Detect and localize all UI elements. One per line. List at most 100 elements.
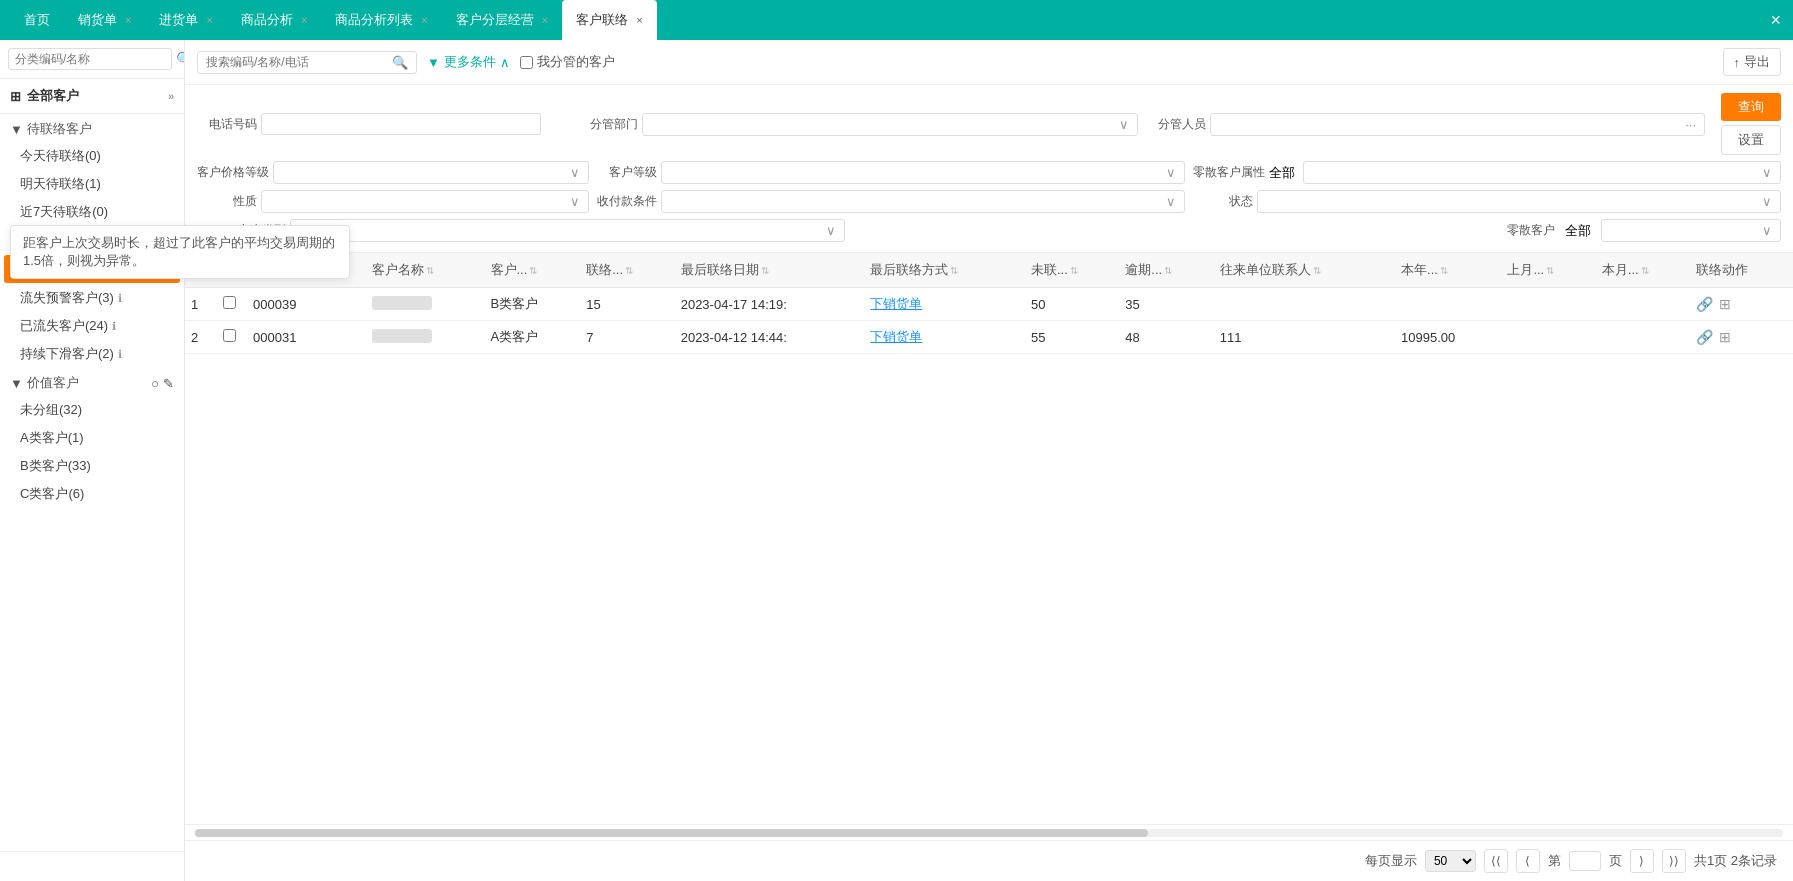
td-contact-2: 7 [580,321,674,354]
first-page-button[interactable]: ⟨⟨ [1484,849,1508,873]
sort-method-icon[interactable]: ⇅ [950,265,958,276]
td-lastmonth-1 [1501,288,1595,321]
sidebar-group-pending[interactable]: ▼ 待联络客户 [0,114,184,142]
refresh-icon[interactable]: ○ [151,376,159,391]
sort-month-icon[interactable]: ⇅ [1641,265,1649,276]
info-icon-declining: ℹ [118,348,122,361]
sidebar-item-today[interactable]: 今天待联络(0) [0,142,184,170]
info-icon-churn: ℹ [118,292,122,305]
tab-customer-contact[interactable]: 客户联络 × [562,0,656,40]
td-method-1[interactable]: 下销货单 [864,288,1024,321]
tab-customer-tier-close[interactable]: × [542,14,548,26]
phone-input[interactable] [261,113,541,135]
tab-customer-contact-close[interactable]: × [636,14,642,26]
row1-checkbox[interactable] [223,296,236,309]
sort-year-icon[interactable]: ⇅ [1440,265,1448,276]
page-label: 第 [1548,852,1561,870]
row2-checkbox[interactable] [223,329,236,342]
sidebar-all-customers[interactable]: ⊞ 全部客户 » [0,79,184,114]
scroll-track[interactable] [195,829,1783,837]
next-page-button[interactable]: ⟩ [1630,849,1654,873]
sidebar-item-tomorrow[interactable]: 明天待联络(1) [0,170,184,198]
sidebar-item-churned[interactable]: 已流失客户(24) ℹ [0,312,184,340]
filter-customer-level: 客户等级 ∨ [597,161,1185,184]
sidebar-item-class-a[interactable]: A类客户(1) [0,424,184,452]
sidebar-item-ungrouped[interactable]: 未分组(32) [0,396,184,424]
filter-row-2: 客户价格等级 ∨ 客户等级 ∨ 零散客户属性 全部 [197,161,1781,184]
filter-manager: 分管人员 ··· [1146,113,1706,136]
sort-unit-icon[interactable]: ⇅ [1313,265,1321,276]
method-link-1[interactable]: 下销货单 [870,296,922,311]
sidebar-body: ▼ 待联络客户 今天待联络(0) 明天待联络(1) 近7天待联络(0) 逾期未联… [0,114,184,851]
sort-level-icon[interactable]: ⇅ [529,265,537,276]
close-all-button[interactable]: × [1770,10,1781,31]
prev-page-button[interactable]: ⟨ [1516,849,1540,873]
sidebar-item-class-b[interactable]: B类客户(33) [0,452,184,480]
query-button[interactable]: 查询 [1721,93,1781,121]
customer-level-select[interactable]: ∨ [661,161,1185,184]
page-input[interactable]: 1 [1569,851,1601,871]
settings-button[interactable]: 设置 [1721,125,1781,155]
tab-home[interactable]: 首页 [10,0,64,40]
th-name: 客户名称⇅ [366,253,485,288]
sidebar-value-group[interactable]: ▼ 价值客户 ○ ✎ [0,368,184,396]
sort-contact-icon[interactable]: ⇅ [625,265,633,276]
tab-analysis-list[interactable]: 商品分析列表 × [321,0,441,40]
last-page-button[interactable]: ⟩⟩ [1662,849,1686,873]
link-icon-1[interactable]: 🔗 [1696,296,1713,312]
status-select[interactable]: ∨ [1257,190,1781,213]
price-level-select[interactable]: ∨ [273,161,589,184]
sidebar-item-7days[interactable]: 近7天待联络(0) [0,198,184,226]
manager-select[interactable]: ··· [1210,113,1706,136]
th-action: 联络动作 [1690,253,1793,288]
sidebar-search-icon[interactable]: 🔍 [176,51,185,67]
link-icon-2[interactable]: 🔗 [1696,329,1713,345]
scroll-thumb[interactable] [195,829,1148,837]
sidebar-group-icons: ○ ✎ [151,376,174,391]
td-check-2[interactable] [217,321,247,354]
th-this-year: 本年...⇅ [1395,253,1501,288]
action-icons-2: 🔗 ⊞ [1696,329,1787,345]
gender-select[interactable]: ∨ [261,190,589,213]
retail-customer-select[interactable]: ∨ [1601,219,1781,242]
sort-date-icon[interactable]: ⇅ [761,265,769,276]
export-button[interactable]: ↑ 导出 [1723,48,1782,76]
sidebar-search-input[interactable] [8,48,172,70]
sort-uncontacted-icon[interactable]: ⇅ [1070,265,1078,276]
tab-sales-close[interactable]: × [125,14,131,26]
tab-purchase[interactable]: 进货单 × [145,0,226,40]
grid-action-icon-2[interactable]: ⊞ [1719,329,1731,345]
tab-analysis-close[interactable]: × [301,14,307,26]
per-page-select[interactable]: 50 100 200 [1425,850,1476,872]
sidebar-search-area: 🔍 [0,40,184,79]
sidebar-item-declining[interactable]: 持续下滑客户(2) ℹ [0,340,184,368]
customer-type-select[interactable]: ∨ [290,219,845,242]
more-conditions-button[interactable]: ▼ 更多条件 ∧ [427,53,510,71]
sort-overdue-icon[interactable]: ⇅ [1164,265,1172,276]
retail-attr-select[interactable]: ∨ [1303,161,1781,184]
tab-analysis-label: 商品分析 [241,11,293,29]
search-box: 🔍 [197,51,417,74]
sort-lastmonth-icon[interactable]: ⇅ [1546,265,1554,276]
edit-icon[interactable]: ✎ [163,376,174,391]
tab-analysis[interactable]: 商品分析 × [227,0,321,40]
tab-customer-tier[interactable]: 客户分层经营 × [442,0,562,40]
sidebar-item-churn-warning[interactable]: 流失预警客户(3) ℹ [0,284,184,312]
search-input[interactable] [206,55,388,69]
dept-select[interactable]: ∨ [642,113,1138,136]
sort-name-icon[interactable]: ⇅ [426,265,434,276]
td-check-1[interactable] [217,288,247,321]
tab-purchase-close[interactable]: × [206,14,212,26]
filter-payment: 收付款条件 ∨ [597,190,1185,213]
td-method-2[interactable]: 下销货单 [864,321,1024,354]
tab-analysis-list-close[interactable]: × [421,14,427,26]
method-link-2[interactable]: 下销货单 [870,329,922,344]
payment-select[interactable]: ∨ [661,190,1185,213]
sidebar-collapse-icon[interactable]: » [168,90,174,102]
tooltip-box: 距客户上次交易时长，超过了此客户的平均交易周期的1.5倍，则视为异常。 [10,225,184,279]
my-customers-checkbox[interactable] [520,56,533,69]
horizontal-scrollbar[interactable] [185,824,1793,840]
sidebar-item-class-c[interactable]: C类客户(6) [0,480,184,508]
tab-sales[interactable]: 销货单 × [64,0,145,40]
grid-action-icon-1[interactable]: ⊞ [1719,296,1731,312]
